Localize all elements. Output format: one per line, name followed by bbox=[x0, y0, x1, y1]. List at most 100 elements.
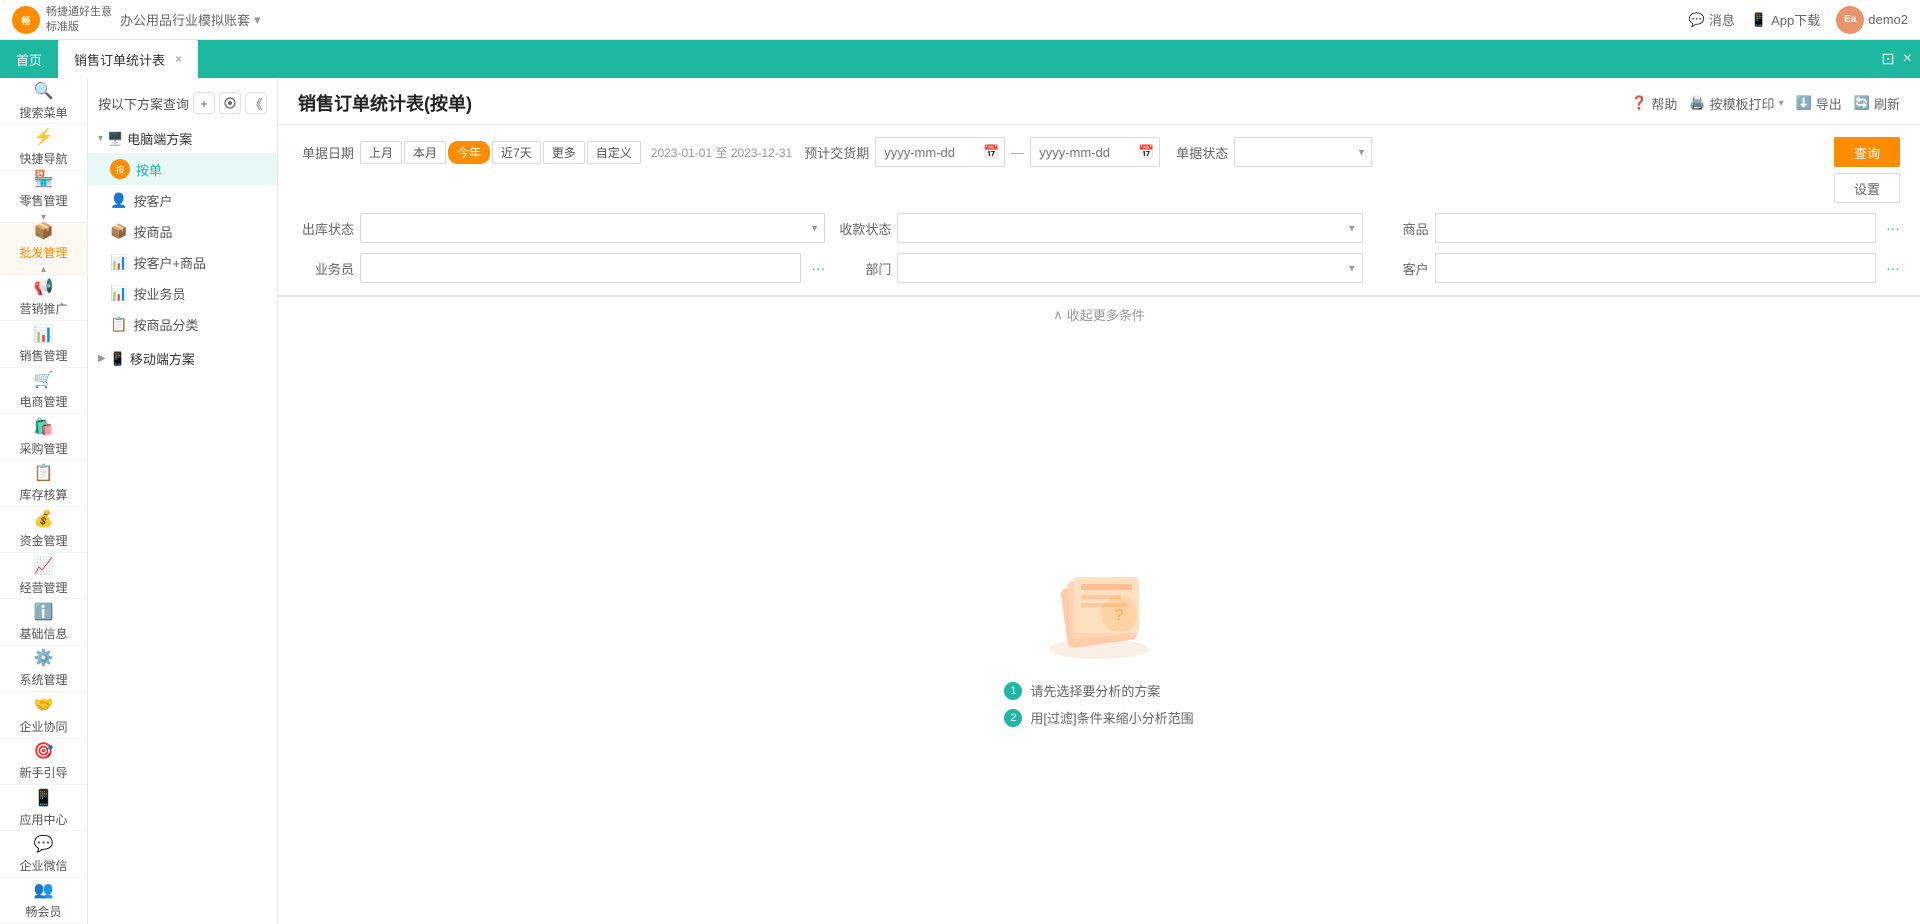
message-icon: 💬 bbox=[1689, 12, 1705, 28]
message-button[interactable]: 💬 消息 bbox=[1689, 10, 1735, 29]
date-btn-more[interactable]: 更多 bbox=[543, 141, 585, 164]
date-btn-this-year[interactable]: 今年 bbox=[448, 141, 490, 164]
marketing-icon: 📢 bbox=[34, 277, 54, 297]
tree-item-by-staff[interactable]: 📊 按业务员 bbox=[88, 278, 277, 309]
logo-area: 畅 畅捷通好生意 标准版 bbox=[12, 5, 112, 34]
add-scheme-button[interactable]: + bbox=[193, 92, 215, 114]
sidebar-item-finance[interactable]: 💰 资金管理 bbox=[0, 507, 87, 553]
customer-input[interactable] bbox=[1435, 253, 1876, 283]
expected-date-label: 预计交货期 bbox=[804, 143, 869, 162]
sidebar: 🔍 搜索菜单 ⚡ 快捷导航 🏪 零售管理 ▾ 📦 批发管理 ▴ 📢 营销推广 📊… bbox=[0, 78, 88, 924]
out-status-select[interactable] bbox=[360, 213, 825, 243]
user-menu[interactable]: Ea demo2 bbox=[1836, 6, 1908, 34]
export-button[interactable]: ⬇️ 导出 bbox=[1796, 94, 1842, 113]
date-btn-custom[interactable]: 自定义 bbox=[587, 141, 641, 164]
sidebar-item-quick-nav[interactable]: ⚡ 快捷导航 bbox=[0, 124, 87, 170]
tree-item-by-category[interactable]: 📋 按商品分类 bbox=[88, 309, 277, 340]
breadcrumb-arrow-icon[interactable]: ▾ bbox=[254, 12, 261, 28]
product-filter-label: 商品 bbox=[1373, 219, 1429, 238]
left-panel-header: 按以下方案查询 + 《 bbox=[88, 86, 277, 120]
cust-prod-item-icon: 📊 bbox=[110, 254, 127, 271]
sidebar-item-member[interactable]: 👥 畅会员 bbox=[0, 878, 87, 924]
collapse-panel-button[interactable]: 《 bbox=[245, 92, 267, 114]
right-content: 销售订单统计表(按单) ❓ 帮助 🖨️ 按模板打印 ▾ ⬇️ 导出 bbox=[278, 78, 1920, 924]
order-status-select-wrapper bbox=[1234, 137, 1372, 167]
help-button[interactable]: ❓ 帮助 bbox=[1631, 94, 1677, 113]
refresh-button[interactable]: 🔄 刷新 bbox=[1854, 94, 1900, 113]
sidebar-item-newbie[interactable]: 🎯 新手引导 bbox=[0, 739, 87, 785]
sidebar-item-wechat[interactable]: 💬 企业微信 bbox=[0, 831, 87, 877]
sidebar-item-system[interactable]: ⚙️ 系统管理 bbox=[0, 646, 87, 692]
sidebar-item-operations[interactable]: 📈 经营管理 bbox=[0, 553, 87, 599]
date-btn-last-month[interactable]: 上月 bbox=[360, 141, 402, 164]
app-download-icon: 📱 bbox=[1751, 12, 1767, 28]
hint-num-2: 2 bbox=[1004, 709, 1022, 727]
filter-row-3: 业务员 ··· 部门 客户 bbox=[298, 253, 1900, 283]
tree-collapse-icon: ▶ bbox=[98, 353, 106, 364]
page-header: 销售订单统计表(按单) ❓ 帮助 🖨️ 按模板打印 ▾ ⬇️ 导出 bbox=[278, 78, 1920, 125]
refresh-icon: 🔄 bbox=[1854, 95, 1870, 111]
window-restore-btn[interactable]: ⊡ bbox=[1881, 49, 1894, 69]
search-icon: 🔍 bbox=[34, 81, 54, 101]
active-item-icon: 按 bbox=[110, 159, 130, 179]
collapse-text: 收起更多条件 bbox=[1067, 305, 1145, 324]
tree-item-by-cust-prod[interactable]: 📊 按客户+商品 bbox=[88, 247, 277, 278]
computer-icon: 🖥️ bbox=[107, 131, 123, 147]
tab-home[interactable]: 首页 bbox=[0, 40, 58, 78]
tab-close-icon[interactable]: × bbox=[175, 52, 182, 66]
tree-item-by-product[interactable]: 📦 按商品 bbox=[88, 216, 277, 247]
sidebar-item-purchase[interactable]: 🛍️ 采购管理 bbox=[0, 414, 87, 460]
sidebar-item-ecommerce[interactable]: 🛒 电商管理 bbox=[0, 368, 87, 414]
inventory-icon: 📋 bbox=[34, 463, 54, 483]
tree-group-mobile-title[interactable]: ▶ 📱 移动端方案 bbox=[88, 344, 277, 373]
tab-bar: 首页 销售订单统计表 × ⊡ × bbox=[0, 40, 1920, 78]
expected-date-start-input[interactable] bbox=[875, 137, 1005, 167]
order-status-select[interactable] bbox=[1234, 137, 1372, 167]
tree-item-by-customer[interactable]: 👤 按客户 bbox=[88, 185, 277, 216]
logo-icon: 畅 bbox=[12, 6, 40, 34]
sidebar-item-basic-info[interactable]: ℹ️ 基础信息 bbox=[0, 599, 87, 645]
tree-item-by-order[interactable]: 按 按单 bbox=[88, 153, 277, 185]
query-button[interactable]: 查询 bbox=[1834, 137, 1900, 167]
staff-filter-label: 业务员 bbox=[298, 259, 354, 278]
date-btn-7days[interactable]: 近7天 bbox=[492, 141, 541, 164]
customer-item-icon: 👤 bbox=[110, 192, 127, 209]
empty-svg: ? bbox=[1019, 529, 1179, 669]
product-more-icon[interactable]: ··· bbox=[1886, 220, 1900, 236]
date-shortcuts: 上月 本月 今年 近7天 更多 自定义 bbox=[360, 141, 641, 164]
sidebar-item-enterprise[interactable]: 🤝 企业协同 bbox=[0, 692, 87, 738]
sidebar-item-app-center[interactable]: 📱 应用中心 bbox=[0, 785, 87, 831]
print-button[interactable]: 🖨️ 按模板打印 ▾ bbox=[1689, 94, 1783, 113]
system-icon: ⚙️ bbox=[34, 648, 54, 668]
empty-hints: 1 请先选择要分析的方案 2 用[过滤]条件来缩小分析范围 bbox=[1004, 681, 1193, 727]
dept-select[interactable] bbox=[897, 253, 1362, 283]
sidebar-item-wholesale[interactable]: 📦 批发管理 ▴ bbox=[0, 223, 87, 275]
basic-info-icon: ℹ️ bbox=[34, 602, 54, 622]
app-download-button[interactable]: 📱 App下载 bbox=[1751, 10, 1820, 29]
sidebar-item-search[interactable]: 🔍 搜索菜单 bbox=[0, 78, 87, 124]
collapse-bar[interactable]: ∧ 收起更多条件 bbox=[278, 296, 1920, 332]
staff-input[interactable] bbox=[360, 253, 801, 283]
content-area: 按以下方案查询 + 《 ▾ 🖥️ 电脑端方案 按 按单 bbox=[88, 78, 1920, 924]
logo-text: 畅捷通好生意 标准版 bbox=[46, 5, 112, 34]
expected-date-end-input[interactable] bbox=[1030, 137, 1160, 167]
sidebar-item-retail[interactable]: 🏪 零售管理 ▾ bbox=[0, 171, 87, 223]
edit-scheme-button[interactable] bbox=[219, 92, 241, 114]
ecommerce-icon: 🛒 bbox=[34, 370, 54, 390]
customer-more-icon[interactable]: ··· bbox=[1886, 260, 1900, 276]
tab-sales-order[interactable]: 销售订单统计表 × bbox=[58, 40, 198, 78]
tree-group-desktop-title[interactable]: ▾ 🖥️ 电脑端方案 bbox=[88, 124, 277, 153]
mobile-icon: 📱 bbox=[110, 351, 126, 367]
sidebar-item-marketing[interactable]: 📢 营销推广 bbox=[0, 275, 87, 321]
filter-row-2: 出库状态 收款状态 bbox=[298, 213, 1900, 243]
receipt-status-select[interactable] bbox=[897, 213, 1362, 243]
dept-filter-group: 部门 bbox=[835, 253, 1362, 283]
date-btn-this-month[interactable]: 本月 bbox=[404, 141, 446, 164]
window-close-btn[interactable]: × bbox=[1903, 50, 1912, 68]
settings-button[interactable]: 设置 bbox=[1834, 173, 1900, 203]
product-input[interactable] bbox=[1435, 213, 1876, 243]
sidebar-item-sales[interactable]: 📊 销售管理 bbox=[0, 321, 87, 367]
staff-more-icon[interactable]: ··· bbox=[811, 260, 825, 276]
user-name: demo2 bbox=[1868, 12, 1908, 27]
sidebar-item-inventory[interactable]: 📋 库存核算 bbox=[0, 460, 87, 506]
